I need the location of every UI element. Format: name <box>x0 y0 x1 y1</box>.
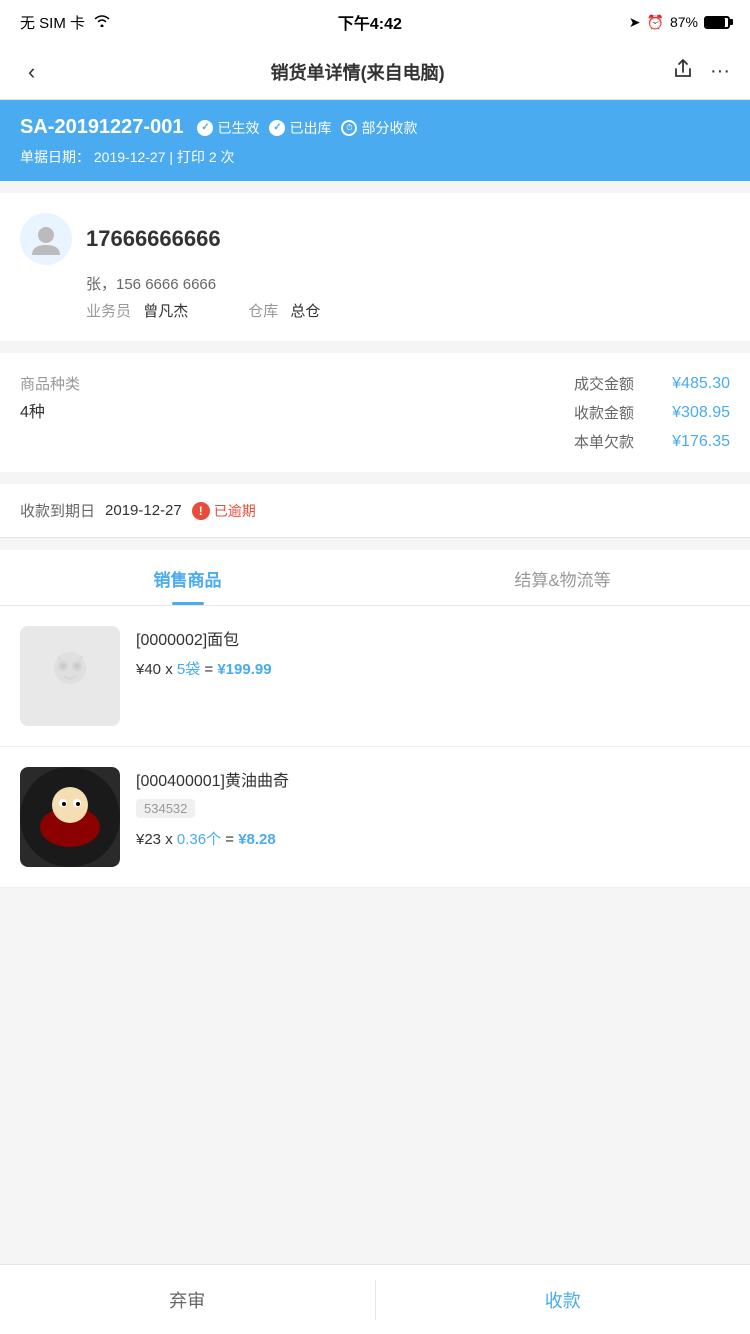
warehouse-value: 总仓 <box>290 303 320 320</box>
debt-label: 本单欠款 <box>574 431 634 452</box>
order-meta-print: | 打印 2 次 <box>169 149 234 165</box>
products-list: [0000002]面包 ¥40 x 5袋 = ¥199.99 <box>0 606 750 888</box>
customer-top: 17666666666 <box>20 213 730 265</box>
equals-sign-1: = <box>204 661 217 678</box>
nav-actions: ··· <box>672 58 730 86</box>
order-banner-top: SA-20191227-001 ✓ 已生效 ✓ 已出库 ⏱ 部分收款 <box>20 116 730 139</box>
received-value: ¥308.95 <box>650 404 730 422</box>
overdue-badge: ! 已逾期 <box>192 501 256 521</box>
product-qty-2: 0.36个 <box>177 831 221 848</box>
bottom-spacer <box>0 888 750 968</box>
product-thumb-1 <box>20 626 120 726</box>
bottom-action-bar: 弃审 收款 <box>0 1264 750 1334</box>
type-count: 4种 <box>20 398 80 422</box>
order-meta-label: 单据日期： <box>20 149 90 165</box>
amount-label: 成交金额 <box>574 373 634 394</box>
product-name-1: [0000002]面包 <box>136 626 730 650</box>
product-price-1: ¥40 x 5袋 = ¥199.99 <box>136 658 730 679</box>
debt-value: ¥176.35 <box>650 433 730 451</box>
received-label: 收款金额 <box>574 402 634 423</box>
product-name-2: [000400001]黄油曲奇 <box>136 767 730 791</box>
status-bar: 无 SIM 卡 下午4:42 ➤ ⏰ 87% <box>0 0 750 44</box>
sales-rep-label: 业务员 <box>86 303 131 320</box>
product-unit-price-2: ¥23 <box>136 831 161 848</box>
received-row: 收款金额 ¥308.95 <box>574 402 730 423</box>
customer-name-phone: 张，156 6666 6666 <box>86 273 730 294</box>
order-meta-date: 2019-12-27 <box>94 149 166 165</box>
product-thumb-2 <box>20 767 120 867</box>
product-unit-price-1: ¥40 <box>136 661 161 678</box>
location-icon: ➤ <box>629 14 641 31</box>
alarm-icon: ⏰ <box>647 14 664 31</box>
status-right: ➤ ⏰ 87% <box>629 14 730 31</box>
status-carrier: 无 SIM 卡 <box>20 12 111 33</box>
carrier-text: 无 SIM 卡 <box>20 12 85 33</box>
collect-payment-button[interactable]: 收款 <box>376 1265 750 1334</box>
more-button[interactable]: ··· <box>710 60 730 83</box>
clock-icon: ⏱ <box>341 120 357 136</box>
wifi-icon <box>93 13 111 31</box>
due-label: 收款到期日 <box>20 500 95 521</box>
nav-bar: ‹ 销货单详情(来自电脑) ··· <box>0 44 750 100</box>
product-item-2: [000400001]黄油曲奇 534532 ¥23 x 0.36个 = ¥8.… <box>0 747 750 888</box>
badge-partial-label: 部分收款 <box>361 118 417 138</box>
customer-phone: 17666666666 <box>86 226 221 252</box>
page-title: 销货单详情(来自电脑) <box>271 59 445 85</box>
customer-avatar <box>20 213 72 265</box>
times-sign-2: x <box>165 831 177 848</box>
product-total-1: ¥199.99 <box>217 661 271 678</box>
order-meta: 单据日期： 2019-12-27 | 打印 2 次 <box>20 147 730 167</box>
product-qty-1: 5袋 <box>177 661 200 678</box>
battery-text: 87% <box>670 14 698 30</box>
equals-sign-2: = <box>225 831 238 848</box>
due-date: 2019-12-27 <box>105 502 182 519</box>
cancel-review-button[interactable]: 弃审 <box>0 1265 375 1334</box>
amount-value: ¥485.30 <box>650 375 730 393</box>
order-id: SA-20191227-001 <box>20 116 183 139</box>
overdue-icon: ! <box>192 502 210 520</box>
product-sku-2: 534532 <box>136 799 195 818</box>
due-section: 收款到期日 2019-12-27 ! 已逾期 <box>0 484 750 538</box>
tabs-section: 销售商品 结算&物流等 <box>0 550 750 888</box>
warehouse-label: 仓库 <box>248 303 278 320</box>
back-button[interactable]: ‹ <box>20 51 43 93</box>
customer-section: 17666666666 张，156 6666 6666 业务员 曾凡杰 仓库 总… <box>0 193 750 341</box>
sales-rep-value: 曾凡杰 <box>143 303 188 320</box>
badge-shipped-label: 已出库 <box>289 118 331 138</box>
times-sign-1: x <box>165 661 177 678</box>
customer-info-row: 业务员 曾凡杰 仓库 总仓 <box>86 300 730 321</box>
tab-sales-products[interactable]: 销售商品 <box>0 550 375 605</box>
amount-row: 成交金额 ¥485.30 <box>574 373 730 394</box>
product-info-1: [0000002]面包 ¥40 x 5袋 = ¥199.99 <box>136 626 730 679</box>
order-banner: SA-20191227-001 ✓ 已生效 ✓ 已出库 ⏱ 部分收款 单据日期：… <box>0 100 750 181</box>
status-time: 下午4:42 <box>338 10 402 34</box>
check-icon-1: ✓ <box>197 120 213 136</box>
product-item: [0000002]面包 ¥40 x 5袋 = ¥199.99 <box>0 606 750 747</box>
badge-shipped: ✓ 已出库 <box>269 118 331 138</box>
overdue-label: 已逾期 <box>214 501 256 521</box>
product-total-2: ¥8.28 <box>238 831 276 848</box>
badge-effective-label: 已生效 <box>217 118 259 138</box>
product-price-2: ¥23 x 0.36个 = ¥8.28 <box>136 828 730 849</box>
stats-right: 成交金额 ¥485.30 收款金额 ¥308.95 本单欠款 ¥176.35 <box>574 373 730 452</box>
share-button[interactable] <box>672 58 694 86</box>
badge-partial: ⏱ 部分收款 <box>341 118 417 138</box>
tabs-row: 销售商品 结算&物流等 <box>0 550 750 606</box>
battery-icon <box>704 16 730 29</box>
tab-settlement[interactable]: 结算&物流等 <box>375 550 750 605</box>
order-badges: ✓ 已生效 ✓ 已出库 ⏱ 部分收款 <box>197 118 417 138</box>
product-info-2: [000400001]黄油曲奇 534532 ¥23 x 0.36个 = ¥8.… <box>136 767 730 849</box>
check-icon-2: ✓ <box>269 120 285 136</box>
stats-section: 商品种类 4种 成交金额 ¥485.30 收款金额 ¥308.95 本单欠款 ¥… <box>0 353 750 472</box>
stats-left: 商品种类 4种 <box>20 373 80 422</box>
product-image-1 <box>20 626 120 726</box>
type-label: 商品种类 <box>20 373 80 394</box>
debt-row: 本单欠款 ¥176.35 <box>574 431 730 452</box>
badge-effective: ✓ 已生效 <box>197 118 259 138</box>
